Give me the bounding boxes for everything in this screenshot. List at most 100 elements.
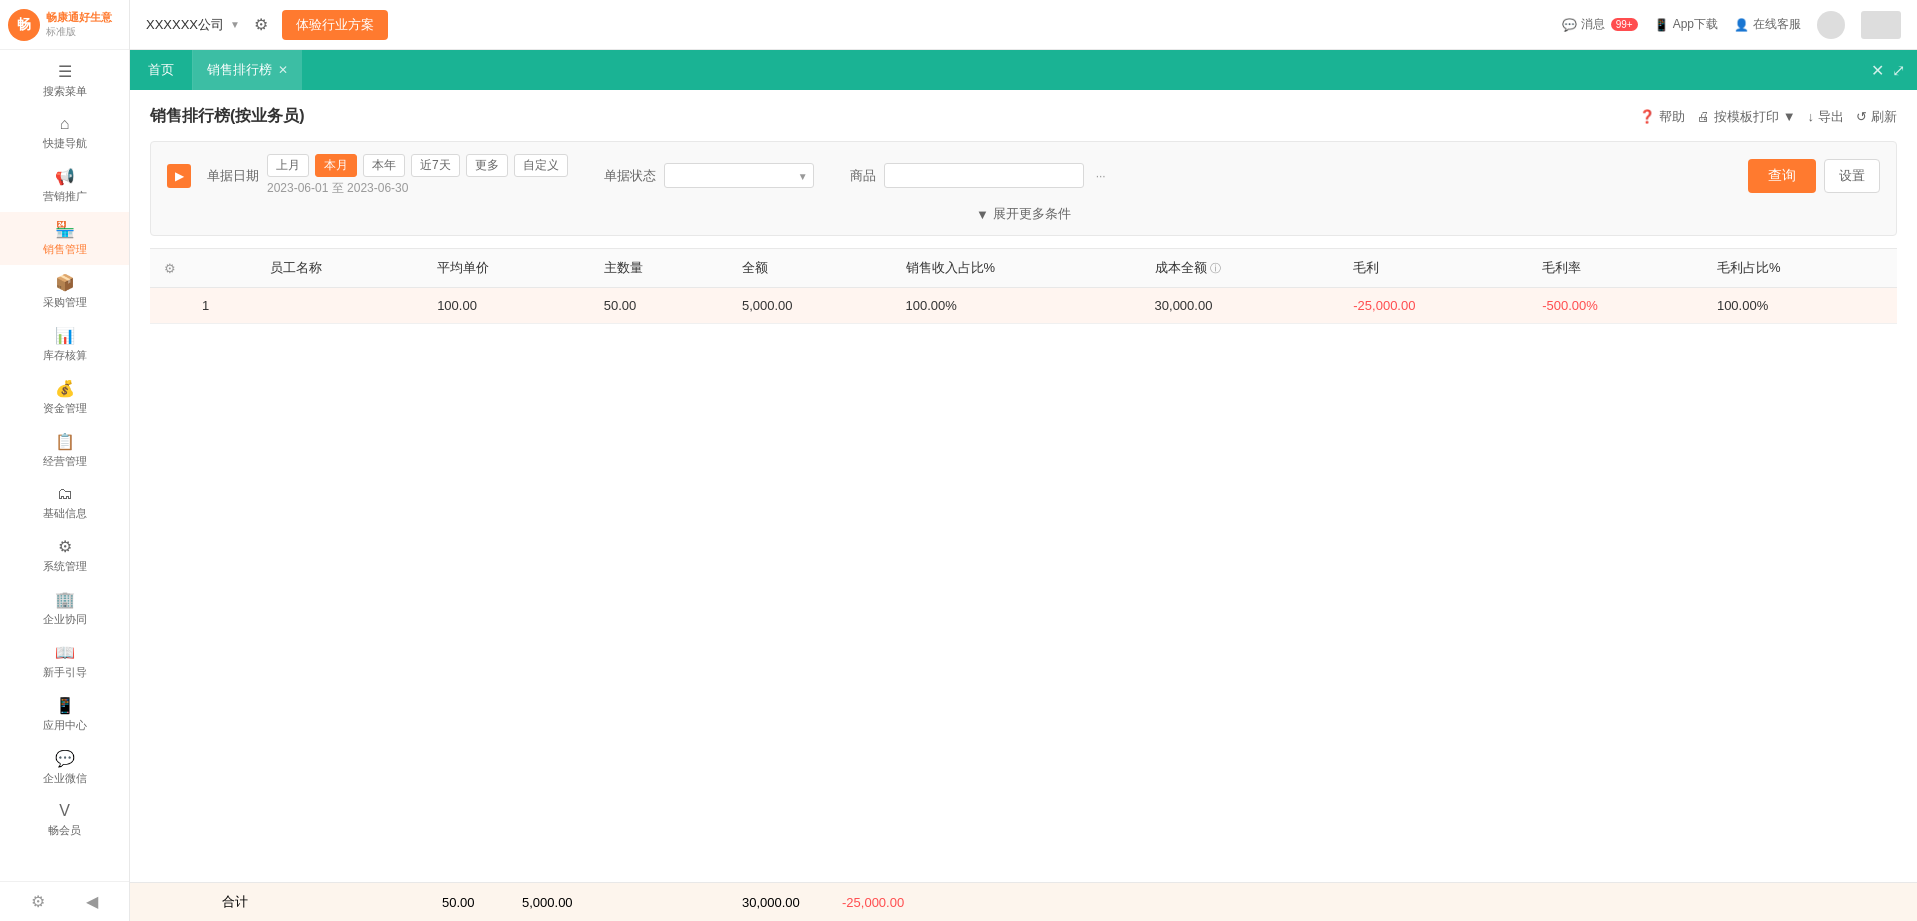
tab-sales-ranking[interactable]: 销售排行榜 ✕	[193, 50, 302, 90]
page-actions: ❓ 帮助 🖨 按模板打印 ▼ ↓ 导出 ↺ 刷新	[1639, 108, 1897, 126]
page-title: 销售排行榜(按业务员)	[150, 106, 305, 127]
filter-toggle-btn[interactable]: ▶	[167, 164, 191, 188]
status-filter-label: 单据状态	[604, 167, 656, 185]
tab-close-icon[interactable]: ✕	[278, 63, 288, 77]
cell-sales-ratio: 100.00%	[894, 288, 1143, 324]
help-icon: ❓	[1639, 109, 1655, 124]
date-btn-7days[interactable]: 近7天	[411, 154, 460, 177]
sidebar-item-purchase[interactable]: 📦 采购管理	[0, 265, 129, 318]
filter-row-1: ▶ 单据日期 上月 本月 本年 近7天 更多 自定义	[167, 154, 1880, 197]
goods-more-icon[interactable]: ···	[1096, 169, 1106, 183]
expand-more-btn[interactable]: ▼ 展开更多条件	[167, 205, 1880, 223]
app-download-icon: 📱	[1654, 18, 1669, 32]
query-btn[interactable]: 查询	[1748, 159, 1816, 193]
col-gross: 毛利	[1341, 249, 1530, 288]
filter-area: ▶ 单据日期 上月 本月 本年 近7天 更多 自定义	[150, 141, 1897, 236]
user-avatar[interactable]	[1817, 11, 1845, 39]
company-selector[interactable]: XXXXXX公司 ▼	[146, 16, 240, 34]
nav-icon-marketing: 📢	[55, 167, 75, 186]
app-download-label: App下载	[1673, 16, 1718, 33]
footer-main-qty: 50.00	[442, 895, 522, 910]
date-btn-prev-month[interactable]: 上月	[267, 154, 309, 177]
cell-avg-price: 100.00	[425, 288, 592, 324]
filter-goods-item: 商品 ···	[850, 163, 1106, 188]
nav-label-basic-info: 基础信息	[43, 506, 87, 521]
sidebar-item-operations[interactable]: 📋 经营管理	[0, 424, 129, 477]
sidebar-item-marketing[interactable]: 📢 营销推广	[0, 159, 129, 212]
help-label: 帮助	[1659, 108, 1685, 126]
col-settings[interactable]: ⚙	[150, 249, 190, 288]
tab-home[interactable]: 首页	[130, 50, 193, 90]
nav-icon-system: ⚙	[58, 537, 72, 556]
table-header-row: ⚙ 员工名称 平均单价 主数量 全额 销售收入占比% 成本全额 ⓘ 毛利 毛利率…	[150, 249, 1897, 288]
print-icon: 🖨	[1697, 109, 1710, 124]
tab-label: 销售排行榜	[207, 61, 272, 79]
sidebar-item-guide[interactable]: 📖 新手引导	[0, 635, 129, 688]
col-gross-rate: 毛利率	[1530, 249, 1705, 288]
nav-label-member: 畅会员	[48, 823, 81, 838]
nav-icon-sales: 🏪	[55, 220, 75, 239]
sidebar-item-inventory[interactable]: 📊 库存核算	[0, 318, 129, 371]
print-btn[interactable]: 🖨 按模板打印 ▼	[1697, 108, 1796, 126]
online-service-item[interactable]: 👤 在线客服	[1734, 16, 1801, 33]
nav-icon-app-center: 📱	[55, 696, 75, 715]
status-select[interactable]	[664, 163, 814, 188]
filter-toggle-icon: ▶	[175, 169, 184, 183]
main-area: XXXXXX公司 ▼ ⚙ 体验行业方案 💬 消息 99+ 📱 App下载 👤 在…	[130, 0, 1917, 921]
sidebar-item-app-center[interactable]: 📱 应用中心	[0, 688, 129, 741]
date-btn-current-month[interactable]: 本月	[315, 154, 357, 177]
cell-rank: 1	[190, 288, 258, 324]
user-name[interactable]	[1861, 11, 1901, 39]
date-btn-custom[interactable]: 自定义	[514, 154, 568, 177]
nav-icon-inventory: 📊	[55, 326, 75, 345]
data-table: ⚙ 员工名称 平均单价 主数量 全额 销售收入占比% 成本全额 ⓘ 毛利 毛利率…	[150, 248, 1897, 324]
date-shortcuts: 上月 本月 本年 近7天 更多 自定义	[267, 154, 568, 177]
nav-label-app-center: 应用中心	[43, 718, 87, 733]
app-download-item[interactable]: 📱 App下载	[1654, 16, 1718, 33]
export-btn[interactable]: ↓ 导出	[1808, 108, 1845, 126]
notification-item[interactable]: 💬 消息 99+	[1562, 16, 1638, 33]
sidebar-item-system[interactable]: ⚙ 系统管理	[0, 529, 129, 582]
page-inner: 销售排行榜(按业务员) ❓ 帮助 🖨 按模板打印 ▼ ↓ 导出	[130, 90, 1917, 921]
print-chevron-icon: ▼	[1783, 109, 1796, 124]
nav-label-quick-nav: 快捷导航	[43, 136, 87, 151]
company-name: XXXXXX公司	[146, 16, 224, 34]
nav-icon-operations: 📋	[55, 432, 75, 451]
col-avg-price: 平均单价	[425, 249, 592, 288]
sidebar-collapse-icon[interactable]: ◀	[86, 892, 98, 911]
sidebar-item-member[interactable]: V 畅会员	[0, 794, 129, 846]
table-container: ⚙ 员工名称 平均单价 主数量 全额 销售收入占比% 成本全额 ⓘ 毛利 毛利率…	[150, 248, 1897, 324]
sidebar-item-quick-nav[interactable]: ⌂ 快捷导航	[0, 107, 129, 159]
export-icon: ↓	[1808, 109, 1815, 124]
sidebar-item-sales[interactable]: 🏪 销售管理	[0, 212, 129, 265]
window-close-icon[interactable]: ✕	[1871, 61, 1884, 80]
print-label: 按模板打印	[1714, 108, 1779, 126]
tab-window-btns: ✕ ⤢	[1871, 61, 1917, 80]
cell-main-qty: 50.00	[592, 288, 730, 324]
date-btn-more[interactable]: 更多	[466, 154, 508, 177]
sidebar-item-finance[interactable]: 💰 资金管理	[0, 371, 129, 424]
refresh-btn[interactable]: ↺ 刷新	[1856, 108, 1897, 126]
settings-btn[interactable]: 设置	[1824, 159, 1880, 193]
footer-amount: 5,000.00	[522, 895, 622, 910]
date-btn-current-year[interactable]: 本年	[363, 154, 405, 177]
topbar-settings-icon[interactable]: ⚙	[254, 15, 268, 34]
filter-date-item: 单据日期 上月 本月 本年 近7天 更多 自定义 2023-06-01 至 20…	[207, 154, 568, 197]
goods-input[interactable]	[884, 163, 1084, 188]
nav-label-operations: 经营管理	[43, 454, 87, 469]
page-header: 销售排行榜(按业务员) ❓ 帮助 🖨 按模板打印 ▼ ↓ 导出	[150, 106, 1897, 127]
sidebar-item-basic-info[interactable]: 🗂 基础信息	[0, 477, 129, 529]
notification-label: 消息	[1581, 16, 1605, 33]
expand-more-icon: ▼	[976, 207, 989, 222]
sidebar-settings-icon[interactable]: ⚙	[31, 892, 45, 911]
trial-btn[interactable]: 体验行业方案	[282, 10, 388, 40]
sidebar-item-enterprise[interactable]: 🏢 企业协同	[0, 582, 129, 635]
sidebar-item-wechat[interactable]: 💬 企业微信	[0, 741, 129, 794]
help-btn[interactable]: ❓ 帮助	[1639, 108, 1685, 126]
sidebar-item-search[interactable]: ☰ 搜索菜单	[0, 54, 129, 107]
topbar: XXXXXX公司 ▼ ⚙ 体验行业方案 💬 消息 99+ 📱 App下载 👤 在…	[130, 0, 1917, 50]
nav-label-marketing: 营销推广	[43, 189, 87, 204]
nav-label-finance: 资金管理	[43, 401, 87, 416]
col-main-qty: 主数量	[592, 249, 730, 288]
window-expand-icon[interactable]: ⤢	[1892, 61, 1905, 80]
